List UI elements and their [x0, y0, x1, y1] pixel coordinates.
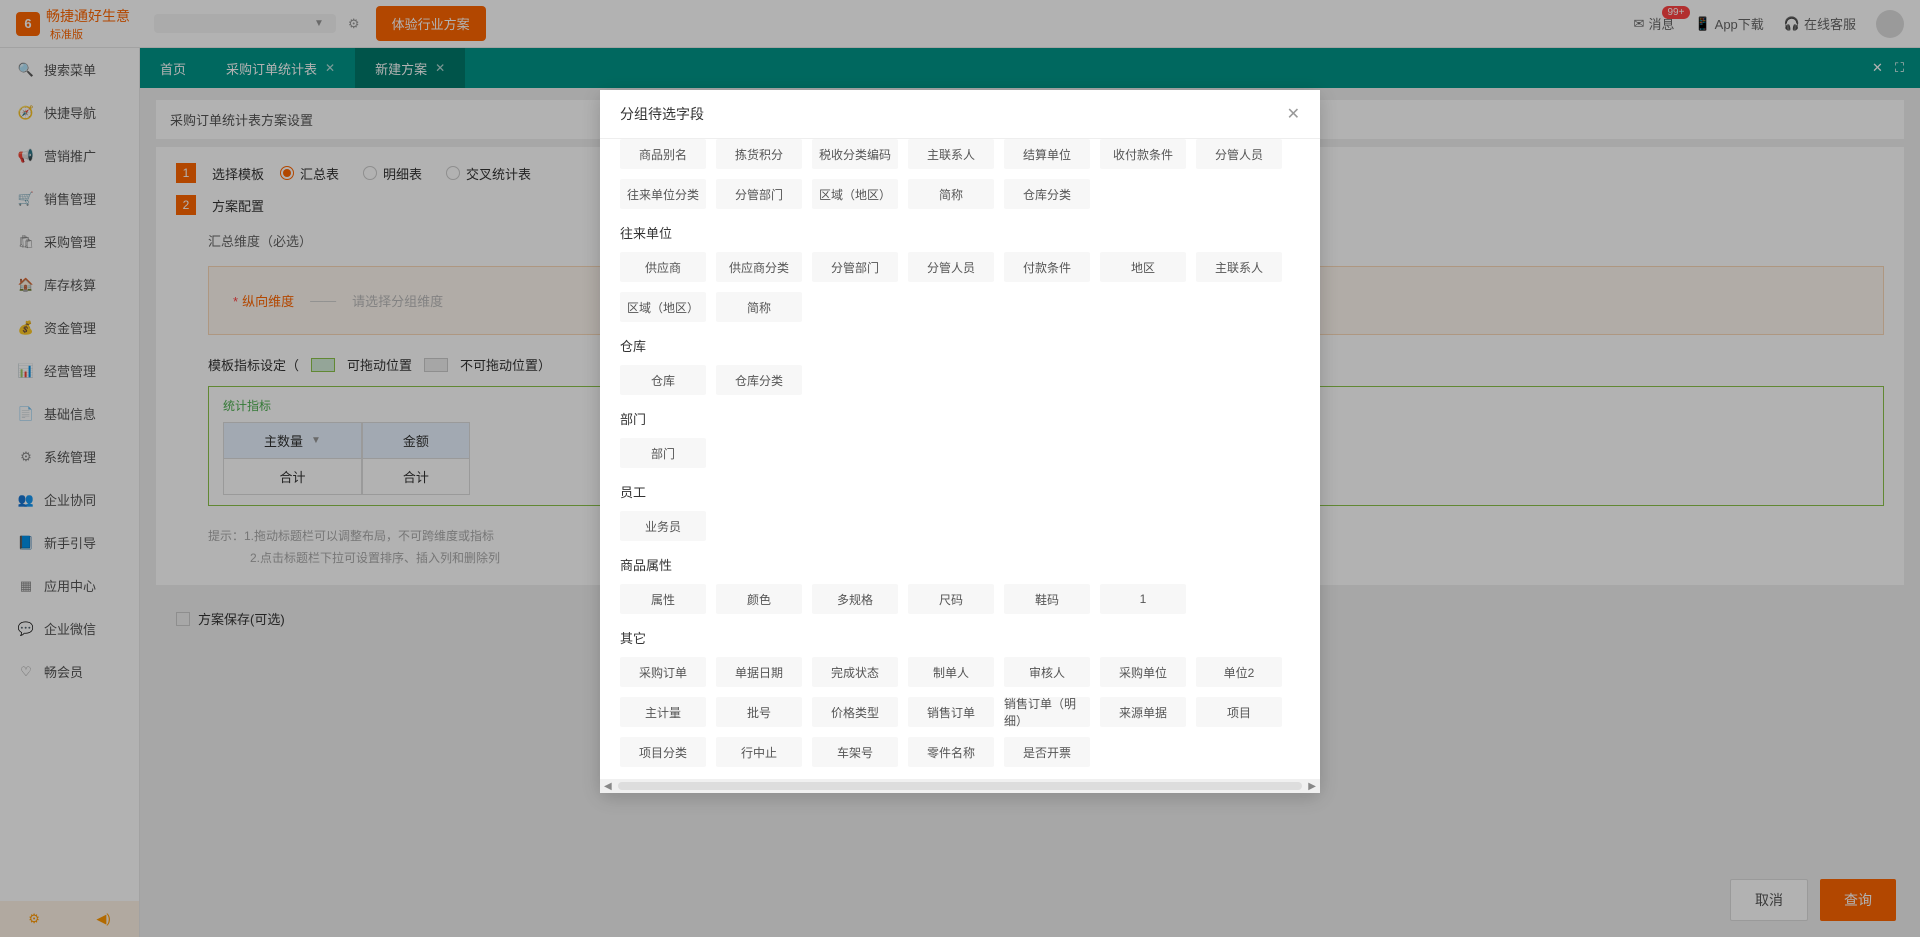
scroll-right-icon[interactable]: ▶: [1308, 781, 1316, 792]
field-group-title-2: 部门: [620, 409, 1300, 428]
field-chip[interactable]: 来源单据: [1100, 697, 1186, 727]
field-chip[interactable]: 供应商: [620, 252, 706, 282]
field-chip[interactable]: 主联系人: [1196, 252, 1282, 282]
field-chip[interactable]: 多规格: [812, 584, 898, 614]
field-chip[interactable]: 区域（地区）: [620, 292, 706, 322]
field-chip[interactable]: 结算单位: [1004, 139, 1090, 169]
field-chip[interactable]: 销售订单: [908, 697, 994, 727]
field-chip[interactable]: 批号: [716, 697, 802, 727]
field-grid-2: 部门: [620, 438, 1300, 468]
scroll-left-icon[interactable]: ◀: [604, 781, 612, 792]
field-chip[interactable]: 部门: [620, 438, 706, 468]
field-chip[interactable]: 仓库分类: [1004, 179, 1090, 209]
field-chip[interactable]: 单据日期: [716, 657, 802, 687]
field-chip[interactable]: 零件名称: [908, 737, 994, 767]
field-chip[interactable]: 仓库: [620, 365, 706, 395]
modal-title: 分组待选字段: [620, 104, 704, 124]
field-chip[interactable]: 主联系人: [908, 139, 994, 169]
field-chip[interactable]: 分管部门: [812, 252, 898, 282]
field-chip[interactable]: 拣货积分: [716, 139, 802, 169]
field-group-title-0: 往来单位: [620, 223, 1300, 242]
field-group-title-4: 商品属性: [620, 555, 1300, 574]
field-grid-3: 业务员: [620, 511, 1300, 541]
modal-header: 分组待选字段 ✕: [600, 90, 1320, 139]
field-grid-4: 属性颜色多规格尺码鞋码 1: [620, 584, 1300, 614]
field-chip[interactable]: 往来单位分类: [620, 179, 706, 209]
scrollbar-track[interactable]: [618, 782, 1303, 790]
field-grid-0: 供应商供应商分类分管部门分管人员付款条件地区主联系人区域（地区） 简称: [620, 252, 1300, 322]
field-group-title-3: 员工: [620, 482, 1300, 501]
field-chip[interactable]: 分管部门: [716, 179, 802, 209]
field-chip[interactable]: 1: [1100, 584, 1186, 614]
field-chip[interactable]: 业务员: [620, 511, 706, 541]
field-chip[interactable]: 供应商分类: [716, 252, 802, 282]
field-chip[interactable]: 简称: [908, 179, 994, 209]
field-chip[interactable]: 地区: [1100, 252, 1186, 282]
field-chip[interactable]: 颜色: [716, 584, 802, 614]
field-grid-top: 商品别名拣货积分税收分类编码主联系人结算单位收付款条件分管人员: [620, 139, 1300, 169]
field-chip[interactable]: 区域（地区）: [812, 179, 898, 209]
field-chip[interactable]: 收付款条件: [1100, 139, 1186, 169]
field-chip[interactable]: 分管人员: [1196, 139, 1282, 169]
field-group-title-1: 仓库: [620, 336, 1300, 355]
modal-close-icon[interactable]: ✕: [1287, 104, 1300, 124]
field-chip[interactable]: 单位2: [1196, 657, 1282, 687]
modal-h-scrollbar[interactable]: ◀ ▶: [600, 779, 1320, 793]
field-chip[interactable]: 销售订单（明细）: [1004, 697, 1090, 727]
field-chip[interactable]: 审核人: [1004, 657, 1090, 687]
field-chip[interactable]: 采购单位: [1100, 657, 1186, 687]
field-chip[interactable]: 车架号: [812, 737, 898, 767]
field-chip[interactable]: 采购订单: [620, 657, 706, 687]
field-chip[interactable]: 税收分类编码: [812, 139, 898, 169]
field-chip[interactable]: 属性: [620, 584, 706, 614]
field-grid-1: 仓库仓库分类: [620, 365, 1300, 395]
field-chip[interactable]: 简称: [716, 292, 802, 322]
field-chip[interactable]: 尺码: [908, 584, 994, 614]
field-chip[interactable]: 鞋码: [1004, 584, 1090, 614]
field-chip[interactable]: 价格类型: [812, 697, 898, 727]
field-chip[interactable]: 行中止: [716, 737, 802, 767]
field-grid-5: 采购订单单据日期完成状态制单人审核人采购单位单位2 主计量批号价格类型销售订单销售…: [620, 657, 1300, 767]
field-chip[interactable]: 付款条件: [1004, 252, 1090, 282]
field-chip[interactable]: 主计量: [620, 697, 706, 727]
field-chip[interactable]: 项目分类: [620, 737, 706, 767]
field-grid-top2: 往来单位分类分管部门区域（地区） 简称仓库分类: [620, 179, 1300, 209]
field-chip[interactable]: 分管人员: [908, 252, 994, 282]
modal-body: 商品别名拣货积分税收分类编码主联系人结算单位收付款条件分管人员往来单位分类分管部…: [600, 139, 1320, 779]
field-chip[interactable]: 制单人: [908, 657, 994, 687]
field-chip[interactable]: 仓库分类: [716, 365, 802, 395]
field-chip[interactable]: 是否开票: [1004, 737, 1090, 767]
field-selector-modal: 分组待选字段 ✕ 商品别名拣货积分税收分类编码主联系人结算单位收付款条件分管人员…: [600, 90, 1320, 793]
field-chip[interactable]: 完成状态: [812, 657, 898, 687]
field-group-title-5: 其它: [620, 628, 1300, 647]
field-chip[interactable]: 项目: [1196, 697, 1282, 727]
field-chip[interactable]: 商品别名: [620, 139, 706, 169]
